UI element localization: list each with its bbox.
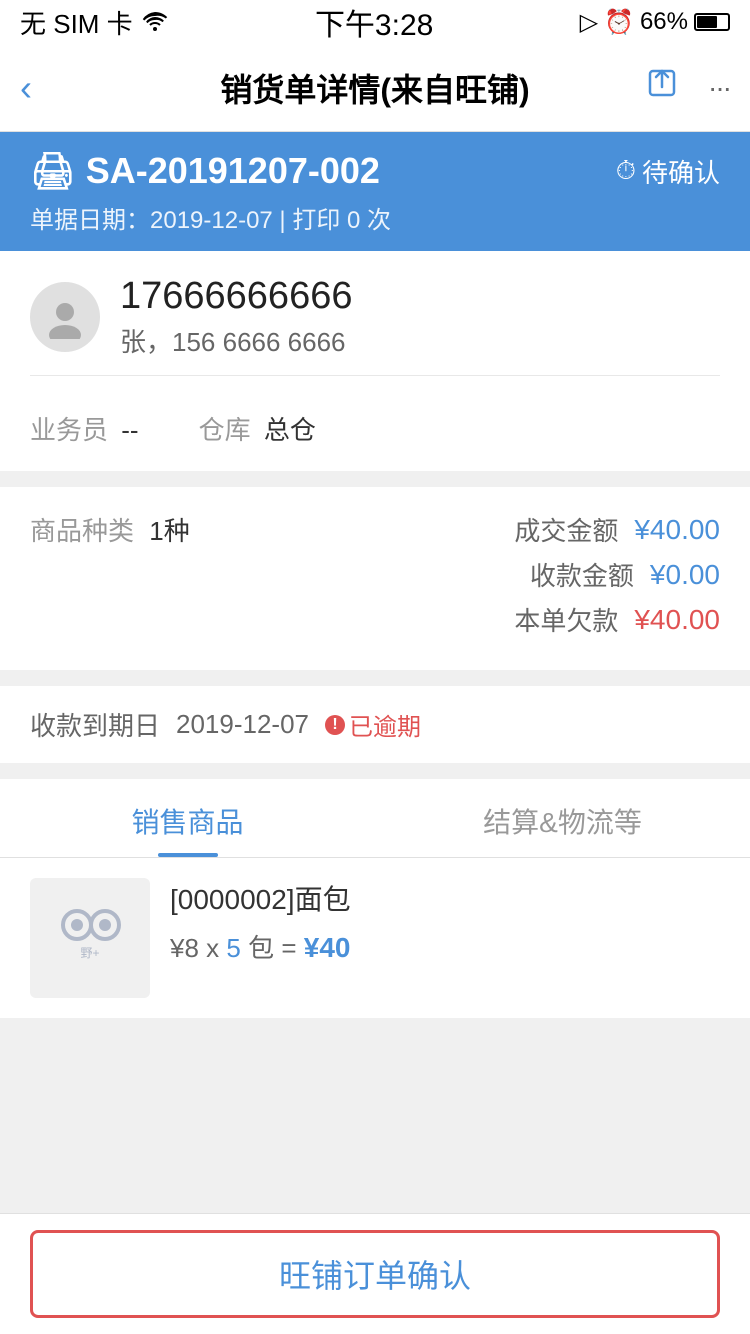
received-row: 收款金额 ¥0.00	[514, 556, 720, 593]
warehouse-meta: 仓库 总仓	[199, 410, 316, 447]
total-price: ¥40	[304, 932, 351, 963]
summary-left: 商品种类 1种	[30, 511, 190, 548]
product-thumbnail: 野+	[30, 878, 150, 998]
transaction-value: ¥40.00	[634, 514, 720, 546]
product-name: [0000002]面包	[170, 878, 720, 918]
sales-label: 业务员	[30, 415, 108, 445]
more-button[interactable]: ···	[708, 72, 730, 104]
divider	[30, 375, 720, 376]
equals-sign: =	[281, 933, 303, 963]
unit-price: ¥8	[170, 933, 199, 963]
order-date: 单据日期：2019-12-07 | 打印 0 次	[30, 200, 720, 235]
battery-text: 66%	[640, 8, 688, 36]
due-value: ¥40.00	[634, 604, 720, 636]
overdue-text: 已逾期	[349, 707, 421, 742]
tabs-section: 销售商品 结算&物流等 野+ [0000002]面包 ¥8 x 5 包	[0, 779, 750, 1018]
nav-bar: ‹ 销货单详情(来自旺铺) ···	[0, 44, 750, 132]
due-date-label: 收款到期日	[30, 706, 160, 743]
nav-right-actions: ···	[646, 67, 730, 108]
sales-meta: 业务员 --	[30, 410, 139, 447]
product-type-value: 1种	[149, 516, 189, 546]
summary-section: 商品种类 1种 成交金额 ¥40.00 收款金额 ¥0.00 本单欠款 ¥40.…	[0, 487, 750, 670]
bottom-bar: 旺铺订单确认	[0, 1213, 750, 1334]
transaction-label: 成交金额	[514, 511, 618, 548]
due-label: 本单欠款	[514, 601, 618, 638]
alarm-icon: ⏰	[604, 8, 634, 37]
product-item: 野+ [0000002]面包 ¥8 x 5 包 = ¥40	[0, 858, 750, 1018]
customer-phone-info: 17666666666 张，156 6666 6666	[120, 275, 352, 359]
svg-text:野+: 野+	[80, 946, 99, 960]
order-icon: 🖨	[30, 150, 76, 192]
product-price-formula: ¥8 x 5 包 = ¥40	[170, 928, 720, 965]
back-button[interactable]: ‹	[20, 67, 70, 109]
carrier-text: 无 SIM 卡	[20, 4, 133, 41]
warehouse-label: 仓库	[199, 415, 251, 445]
multiply-sign: x	[206, 933, 226, 963]
order-status: ⏱ 待确认	[616, 153, 720, 190]
received-label: 收款金额	[530, 556, 634, 593]
customer-section: 17666666666 张，156 6666 6666 业务员 -- 仓库 总仓	[0, 251, 750, 471]
carrier-info: 无 SIM 卡	[20, 4, 169, 41]
battery-info: ▷ ⏰ 66%	[580, 8, 730, 37]
clock-icon: ⏱	[616, 155, 636, 187]
overdue-badge: ! 已逾期	[325, 707, 421, 742]
tabs-row: 销售商品 结算&物流等	[0, 779, 750, 858]
overdue-icon: !	[325, 715, 345, 735]
time-display: 下午3:28	[315, 0, 433, 44]
location-icon: ▷	[580, 8, 598, 37]
order-id: 🖨 SA-20191207-002	[30, 150, 380, 192]
received-value: ¥0.00	[650, 559, 720, 591]
customer-phone: 17666666666	[120, 275, 352, 318]
transaction-row: 成交金额 ¥40.00	[514, 511, 720, 548]
unit: 包	[248, 933, 274, 963]
page-title: 销货单详情(来自旺铺)	[220, 65, 529, 111]
due-row: 本单欠款 ¥40.00	[514, 601, 720, 638]
wifi-icon	[141, 7, 169, 38]
summary-right: 成交金额 ¥40.00 收款金额 ¥0.00 本单欠款 ¥40.00	[514, 511, 720, 646]
warehouse-value: 总仓	[264, 415, 316, 445]
customer-avatar	[30, 282, 100, 352]
battery-icon	[694, 13, 730, 31]
tab-products[interactable]: 销售商品	[0, 779, 375, 857]
tab-settlement[interactable]: 结算&物流等	[375, 779, 750, 857]
sales-value: --	[121, 415, 138, 445]
customer-meta: 业务员 -- 仓库 总仓	[30, 410, 720, 447]
quantity: 5	[226, 933, 240, 963]
status-bar: 无 SIM 卡 下午3:28 ▷ ⏰ 66%	[0, 0, 750, 44]
product-type-label: 商品种类	[30, 516, 134, 546]
order-header: 🖨 SA-20191207-002 ⏱ 待确认 单据日期：2019-12-07 …	[0, 132, 750, 251]
due-date-section: 收款到期日 2019-12-07 ! 已逾期	[0, 686, 750, 763]
share-button[interactable]	[646, 67, 678, 108]
customer-name: 张，156 6666 6666	[120, 322, 352, 359]
product-details: [0000002]面包 ¥8 x 5 包 = ¥40	[170, 878, 720, 965]
due-date-value: 2019-12-07	[176, 709, 309, 740]
confirm-button[interactable]: 旺铺订单确认	[30, 1230, 720, 1318]
customer-row: 17666666666 张，156 6666 6666	[30, 275, 720, 359]
